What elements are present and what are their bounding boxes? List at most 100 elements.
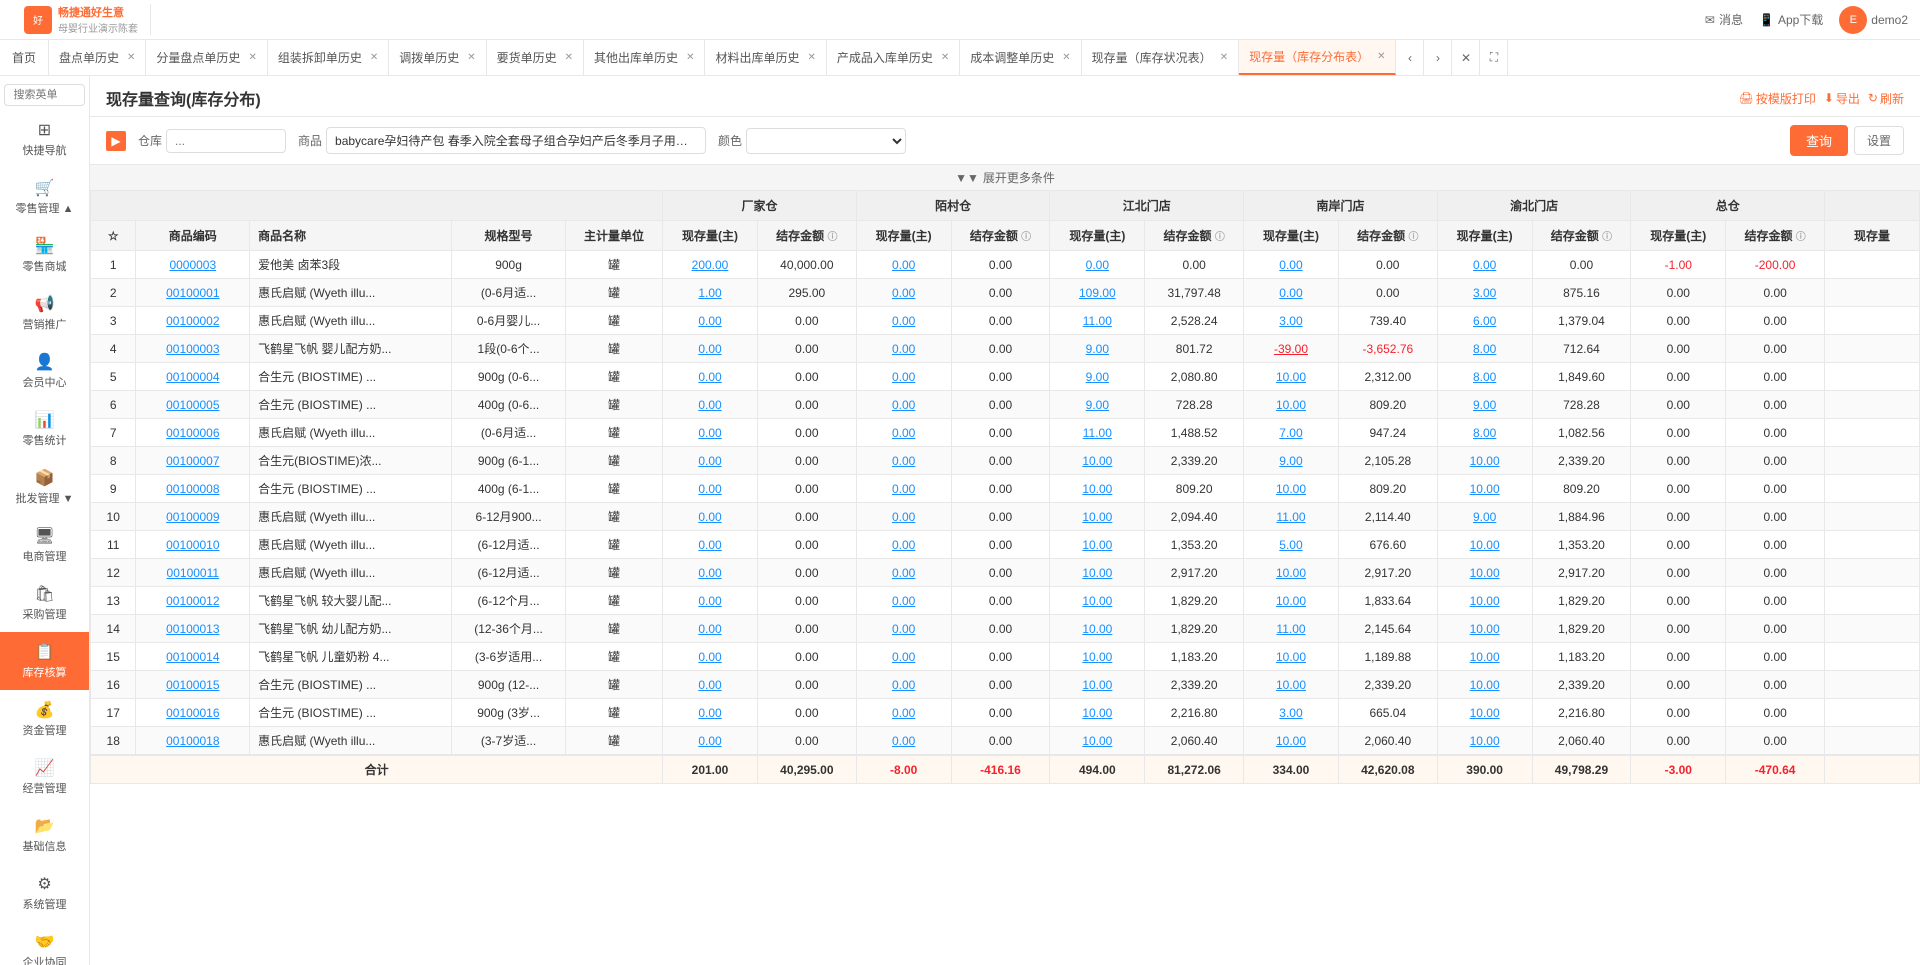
table-cell: 0.00	[1726, 391, 1825, 419]
refresh-btn[interactable]: ↻ 刷新	[1868, 90, 1904, 107]
tab-otherout[interactable]: 其他出库单历史 ✕	[584, 40, 705, 75]
table-cell: 4	[91, 335, 136, 363]
table-cell: 1	[91, 251, 136, 279]
table-cell: 400g (6-1...	[452, 475, 566, 503]
table-cell: 0.00	[856, 643, 951, 671]
expand-toggle-btn[interactable]: ▶	[106, 131, 126, 151]
color-select[interactable]	[746, 128, 906, 154]
summary-cell: 49,798.29	[1532, 755, 1631, 784]
tab-close-icon[interactable]: ✕	[248, 52, 256, 63]
product-input[interactable]: babycare孕妇待产包 春季入院全套母子组合孕妇产后冬季月子用品 22件套 …	[326, 127, 706, 154]
sidebar-item-marketing[interactable]: 📢 营销推广	[0, 284, 89, 342]
sidebar-item-retail-shop[interactable]: 🏪 零售商城	[0, 226, 89, 284]
tab-stock-status[interactable]: 现存量（库存状况表）✕	[1082, 40, 1239, 75]
export-btn[interactable]: ⬇ 导出	[1824, 90, 1860, 107]
table-cell: 10.00	[1437, 559, 1532, 587]
user-menu[interactable]: E demo2	[1839, 6, 1908, 34]
table-cell: 10.00	[1437, 531, 1532, 559]
col-group-nanan: 南岸门店	[1244, 191, 1438, 221]
sidebar-label: 经营管理	[23, 780, 67, 796]
tab-stocklist2[interactable]: 分量盘点单历史 ✕	[146, 40, 267, 75]
tab-prev-btn[interactable]: ‹	[1396, 40, 1424, 75]
tab-close-icon[interactable]: ✕	[1377, 51, 1385, 62]
table-cell: 00100007	[136, 447, 250, 475]
tab-next-btn[interactable]: ›	[1424, 40, 1452, 75]
logo-text: 畅捷通好生意 母婴行业演示陈套	[58, 4, 138, 35]
sidebar-item-finance[interactable]: 💰 资金管理	[0, 690, 89, 748]
table-cell: 11.00	[1050, 419, 1145, 447]
table-cell: 0.00	[951, 391, 1050, 419]
table-cell: 00100016	[136, 699, 250, 727]
tab-close-icon[interactable]: ✕	[1220, 52, 1228, 63]
sidebar-label: 采购管理	[23, 606, 67, 622]
tab-prodin[interactable]: 产成品入库单历史 ✕	[827, 40, 960, 75]
sidebar-item-retail-stats[interactable]: 📊 零售统计	[0, 400, 89, 458]
tab-bar: 首页 盘点单历史 ✕ 分量盘点单历史 ✕ 组装拆卸单历史 ✕ 调拨单历史 ✕ 要…	[0, 40, 1920, 76]
warehouse-input[interactable]	[166, 129, 286, 153]
table-cell: 罐	[565, 503, 662, 531]
setting-btn[interactable]: 设置	[1854, 126, 1904, 155]
table-cell: 295.00	[757, 279, 856, 307]
table-cell: 0.00	[856, 251, 951, 279]
sidebar-item-wholesale[interactable]: 📦 批发管理 ▼	[0, 458, 89, 516]
th-code: 商品编码	[136, 221, 250, 251]
sidebar-item-quick-nav[interactable]: ⊞ 快捷导航	[0, 110, 89, 168]
tab-close-icon[interactable]: ✕	[370, 52, 378, 63]
sidebar-item-member[interactable]: 👤 会员中心	[0, 342, 89, 400]
table-cell: 8	[91, 447, 136, 475]
tab-transfer[interactable]: 调拨单历史 ✕	[389, 40, 486, 75]
tab-requisition[interactable]: 要货单历史 ✕	[487, 40, 584, 75]
table-cell: 0.00	[757, 559, 856, 587]
sidebar-item-system[interactable]: ⚙ 系统管理	[0, 864, 89, 922]
sidebar-label: 电商管理	[23, 548, 67, 564]
message-link[interactable]: ✉ 消息	[1705, 11, 1743, 28]
sidebar-item-corp[interactable]: 🤝 企业协同	[0, 922, 89, 965]
tab-expand-btn[interactable]: ⛶	[1480, 40, 1508, 75]
tab-assembly[interactable]: 组装拆卸单历史 ✕	[268, 40, 389, 75]
table-cell: 0.00	[1631, 363, 1726, 391]
table-cell: 0.00	[663, 615, 758, 643]
inventory-table: 厂家仓 陌村仓 江北门店 南岸门店 渝北门店 总仓 ☆ 商品编码 商品名称 规格…	[90, 190, 1920, 784]
tab-close-icon[interactable]: ✕	[941, 52, 949, 63]
sidebar-search-input[interactable]	[4, 84, 84, 106]
table-cell: 10.00	[1244, 363, 1339, 391]
table-cell: 0.00	[1631, 559, 1726, 587]
table-cell: 10.00	[1050, 475, 1145, 503]
tab-stocklist[interactable]: 盘点单历史 ✕	[49, 40, 146, 75]
tab-close-all-btn[interactable]: ✕	[1452, 40, 1480, 75]
tab-home[interactable]: 首页	[0, 40, 49, 75]
table-cell	[1825, 307, 1920, 335]
table-cell: 0.00	[663, 671, 758, 699]
table-cell: 0.00	[757, 391, 856, 419]
tab-costadjust[interactable]: 成本调整单历史 ✕	[960, 40, 1081, 75]
col-group-yubei: 渝北门店	[1437, 191, 1631, 221]
tab-stock-dist[interactable]: 现存量（库存分布表）✕	[1239, 40, 1396, 75]
expand-more-bar[interactable]: ▼▼ 展开更多条件	[90, 165, 1920, 190]
table-cell	[1825, 587, 1920, 615]
table-cell: -39.00	[1244, 335, 1339, 363]
tab-close-icon[interactable]: ✕	[686, 52, 694, 63]
tab-close-icon[interactable]: ✕	[565, 52, 573, 63]
tab-close-icon[interactable]: ✕	[807, 52, 815, 63]
sidebar-item-inventory[interactable]: 📋 库存核算	[0, 632, 89, 690]
sidebar-item-ops[interactable]: 📈 经营管理	[0, 748, 89, 806]
table-cell: 10.00	[1437, 727, 1532, 756]
app-download-link[interactable]: 📱 App下载	[1759, 11, 1823, 28]
sidebar-item-base[interactable]: 📂 基础信息	[0, 806, 89, 864]
sidebar-item-purchase[interactable]: 🛍 采购管理	[0, 574, 89, 632]
table-cell: 728.28	[1532, 391, 1631, 419]
table-cell: 合生元 (BIOSTIME) ...	[250, 671, 452, 699]
tab-close-icon[interactable]: ✕	[1062, 52, 1070, 63]
summary-cell: 81,272.06	[1145, 755, 1244, 784]
tab-close-icon[interactable]: ✕	[127, 52, 135, 63]
query-btn[interactable]: 查询	[1790, 125, 1848, 156]
th-mucun-qty: 现存量(主)	[856, 221, 951, 251]
tab-matout[interactable]: 材料出库单历史 ✕	[705, 40, 826, 75]
avatar: E	[1839, 6, 1867, 34]
table-cell: 1,082.56	[1532, 419, 1631, 447]
purchase-icon: 🛍	[34, 584, 54, 604]
sidebar-item-retail-mgmt[interactable]: 🛒 零售管理 ▲	[0, 168, 89, 226]
sidebar-item-ecommerce[interactable]: 🖥 电商管理	[0, 516, 89, 574]
print-btn[interactable]: 🖨 按模版打印	[1739, 90, 1816, 107]
tab-close-icon[interactable]: ✕	[467, 52, 475, 63]
